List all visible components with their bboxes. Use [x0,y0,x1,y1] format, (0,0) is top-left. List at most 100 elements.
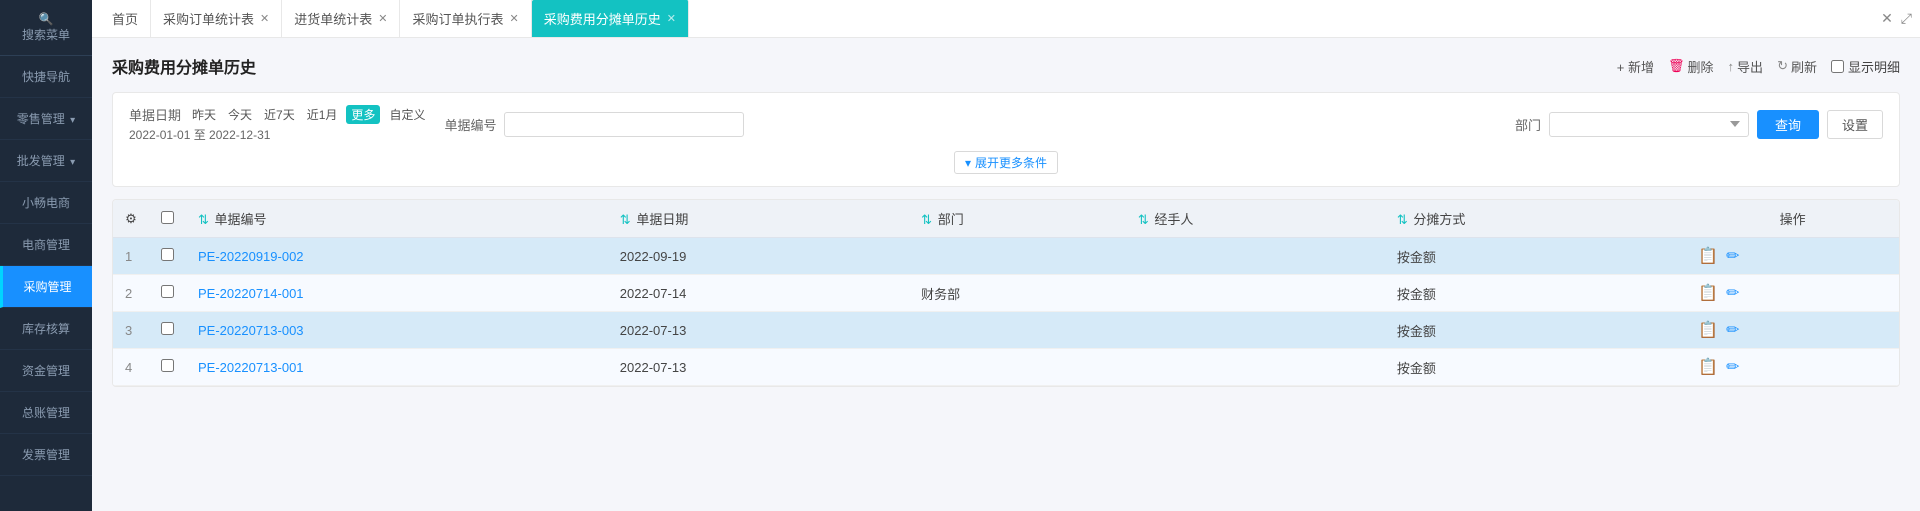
col-checkbox [149,200,186,238]
row-num: 4 [113,349,149,386]
table-row: 1 PE-20220919-002 2022-09-19 按金额 📋 ✏ [113,238,1899,275]
edit-icon[interactable]: ✏ [1726,357,1739,377]
export-icon: ↑ [1728,59,1735,74]
close-icon[interactable]: ✕ [667,12,676,25]
view-icon[interactable]: 📋 [1698,357,1718,377]
table: ⚙ ⇅ 单据编号 ⇅ 单据日期 ⇅ [113,200,1899,386]
col-docno: ⇅ 单据编号 [186,200,608,238]
view-icon[interactable]: 📋 [1698,320,1718,340]
sidebar-item-ledger[interactable]: 总账管理 [0,392,92,434]
date-label: 单据日期 [129,105,181,124]
close-icon[interactable]: ✕ [260,12,269,25]
shortcut-1month[interactable]: 近1月 [304,105,341,124]
row-handler [1126,275,1385,312]
edit-icon[interactable]: ✏ [1726,246,1739,266]
col-settings[interactable]: ⚙ [113,200,149,238]
close-icon[interactable]: ✕ [510,12,519,25]
docno-input[interactable] [504,112,744,137]
row-checkbox[interactable] [161,359,174,372]
row-docno: PE-20220713-001 [186,349,608,386]
shortcut-yesterday[interactable]: 昨天 [189,105,219,124]
sidebar-search[interactable]: 🔍 搜索菜单 [0,0,92,56]
delete-button[interactable]: 🗑 删除 [1668,57,1714,76]
tab-home[interactable]: 首页 [100,0,151,37]
settings-button[interactable]: 设置 [1827,110,1883,139]
data-table: ⚙ ⇅ 单据编号 ⇅ 单据日期 ⇅ [112,199,1900,387]
show-cols-checkbox[interactable] [1831,60,1844,73]
refresh-icon: ↻ [1777,58,1788,74]
sidebar-item-ecom-small[interactable]: 小畅电商 [0,182,92,224]
view-icon[interactable]: 📋 [1698,246,1718,266]
page-title: 采购费用分摊单历史 [112,54,256,78]
tab-purchase-exec[interactable]: 采购订单执行表 ✕ [400,0,531,37]
dept-select[interactable] [1549,112,1749,137]
show-cols-toggle[interactable]: 显示明细 [1831,57,1900,76]
shortcut-7days[interactable]: 近7天 [261,105,298,124]
col-date: ⇅ 单据日期 [608,200,909,238]
row-checkbox-cell [149,238,186,275]
tab-goods-stats[interactable]: 进货单统计表 ✕ [282,0,400,37]
sort-icon: ⇅ [921,212,932,227]
sidebar-item-wholesale[interactable]: 批发管理 ▾ [0,140,92,182]
sidebar-item-retail[interactable]: 零售管理 ▾ [0,98,92,140]
row-docno: PE-20220919-002 [186,238,608,275]
row-actions: 📋 ✏ [1686,312,1899,349]
select-all-checkbox[interactable] [161,211,174,224]
docno-link[interactable]: PE-20220713-003 [198,323,304,338]
sidebar-item-invoice[interactable]: 发票管理 [0,434,92,476]
row-checkbox-cell [149,312,186,349]
docno-label: 单据编号 [444,115,496,134]
shortcut-custom[interactable]: 自定义 [386,105,428,124]
filter-row: 单据日期 昨天 今天 近7天 近1月 更多 自定义 2022-01-01 至 2… [129,105,1883,143]
shortcut-more[interactable]: 更多 [346,105,380,124]
sort-icon: ⇅ [620,212,631,227]
date-filter-col: 单据日期 昨天 今天 近7天 近1月 更多 自定义 2022-01-01 至 2… [129,105,428,143]
row-date: 2022-07-14 [608,275,909,312]
close-icon[interactable]: ✕ [378,12,387,25]
sidebar-item-quicknav[interactable]: 快捷导航 [0,56,92,98]
row-dept [909,312,1126,349]
view-icon[interactable]: 📋 [1698,283,1718,303]
shortcut-today[interactable]: 今天 [225,105,255,124]
row-checkbox-cell [149,349,186,386]
refresh-button[interactable]: ↻ 刷新 [1777,57,1817,76]
row-checkbox[interactable] [161,248,174,261]
row-checkbox[interactable] [161,285,174,298]
row-actions: 📋 ✏ [1686,349,1899,386]
page-content: 采购费用分摊单历史 + 新增 🗑 删除 ↑ 导出 ↻ 刷新 [92,38,1920,511]
filter-area: 单据日期 昨天 今天 近7天 近1月 更多 自定义 2022-01-01 至 2… [112,92,1900,187]
edit-icon[interactable]: ✏ [1726,320,1739,340]
maximize-icon[interactable]: ⤢ [1901,10,1912,27]
date-shortcuts: 昨天 今天 近7天 近1月 更多 自定义 [189,105,428,124]
sort-icon: ⇅ [1397,212,1408,227]
close-all-icon[interactable]: ✕ [1881,10,1893,27]
row-method: 按金额 [1385,312,1686,349]
tab-cost-history[interactable]: 采购费用分摊单历史 ✕ [532,0,689,37]
edit-icon[interactable]: ✏ [1726,283,1739,303]
row-num: 2 [113,275,149,312]
expand-more-button[interactable]: ▾ 展开更多条件 [954,151,1058,174]
row-docno: PE-20220714-001 [186,275,608,312]
add-button[interactable]: + 新增 [1617,57,1654,76]
docno-link[interactable]: PE-20220713-001 [198,360,304,375]
tab-bar: 首页 采购订单统计表 ✕ 进货单统计表 ✕ 采购订单执行表 ✕ 采购费用分摊单历… [92,0,1920,38]
row-date: 2022-09-19 [608,238,909,275]
docno-filter-group: 单据编号 [444,112,1499,137]
sidebar-item-inventory[interactable]: 库存核算 [0,308,92,350]
sidebar-item-finance[interactable]: 资金管理 [0,350,92,392]
row-method: 按金额 [1385,275,1686,312]
query-button[interactable]: 查询 [1757,110,1819,139]
sidebar-item-purchase[interactable]: 采购管理 [0,266,92,308]
table-row: 3 PE-20220713-003 2022-07-13 按金额 📋 ✏ [113,312,1899,349]
export-button[interactable]: ↑ 导出 [1728,57,1764,76]
row-dept [909,349,1126,386]
docno-link[interactable]: PE-20220919-002 [198,249,304,264]
docno-link[interactable]: PE-20220714-001 [198,286,304,301]
search-icon: 🔍 [39,12,54,26]
sidebar-item-ecom[interactable]: 电商管理 [0,224,92,266]
row-dept [909,238,1126,275]
table-header-row: ⚙ ⇅ 单据编号 ⇅ 单据日期 ⇅ [113,200,1899,238]
sidebar: 🔍 搜索菜单 快捷导航 零售管理 ▾ 批发管理 ▾ 小畅电商 电商管理 采购管理… [0,0,92,511]
tab-purchase-order-stats[interactable]: 采购订单统计表 ✕ [151,0,282,37]
row-checkbox[interactable] [161,322,174,335]
